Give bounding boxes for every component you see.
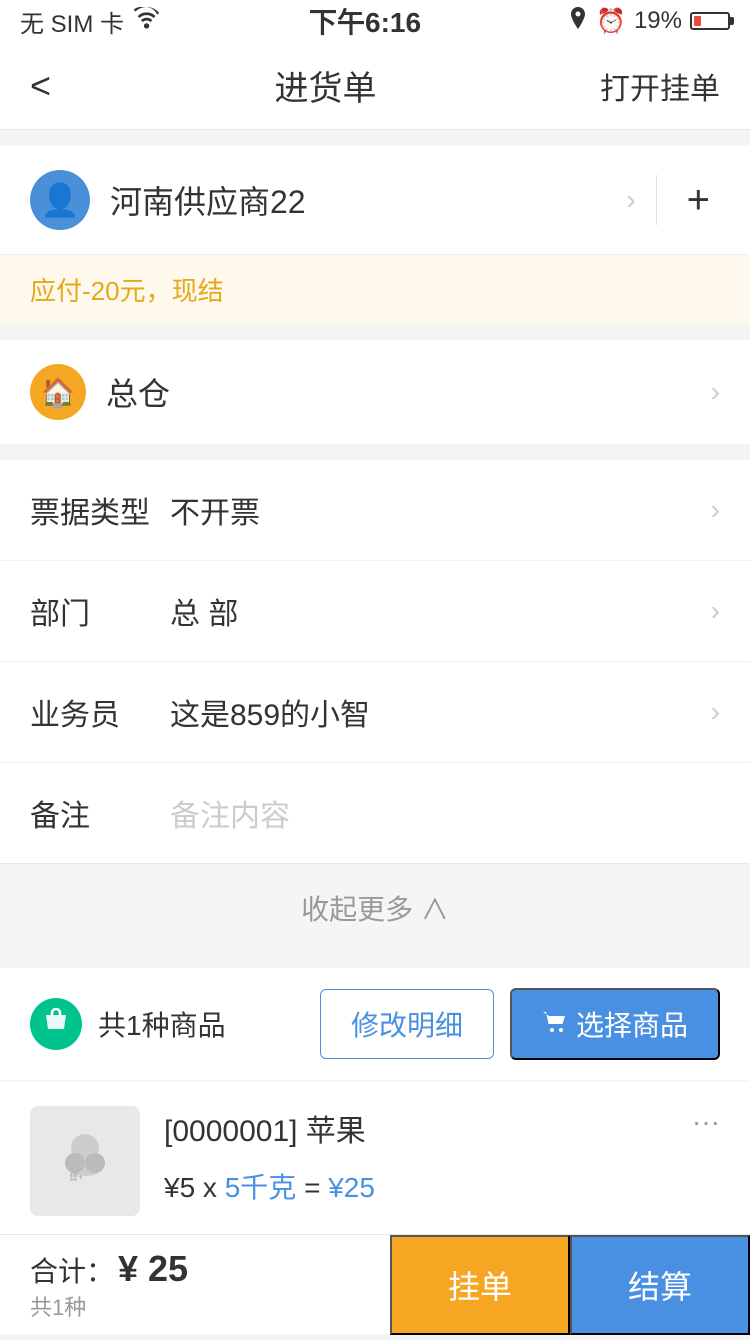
- status-time: 下午6:16: [309, 1, 421, 41]
- select-product-button[interactable]: 选择商品: [510, 988, 720, 1060]
- supplier-row[interactable]: 👤 河南供应商22 › +: [0, 146, 750, 255]
- total-price: ¥25: [328, 1172, 375, 1203]
- equals: =: [304, 1172, 328, 1203]
- total-label: 合计：: [30, 1250, 114, 1290]
- supplier-divider: [656, 175, 657, 225]
- invoice-type-row[interactable]: 票据类型 不开票 ›: [0, 460, 750, 561]
- select-product-label: 选择商品: [576, 1004, 688, 1044]
- hang-order-button[interactable]: 挂单: [390, 1235, 570, 1335]
- product-bag-icon: [42, 1007, 70, 1042]
- product-thumb-icon: 督+: [55, 1128, 115, 1195]
- remark-placeholder: 备注内容: [150, 791, 720, 835]
- product-item: 督+ [0000001] 苹果 ¥5 x 5千克 = ¥25 ···: [0, 1082, 750, 1240]
- unit-price: ¥5 x: [164, 1172, 225, 1203]
- wifi-icon: [134, 7, 162, 36]
- open-pending-button[interactable]: 打开挂单: [600, 64, 720, 108]
- total-count: 共1种: [30, 1290, 360, 1322]
- alarm-icon: ⏰: [596, 7, 626, 36]
- remark-row[interactable]: 备注 备注内容: [0, 763, 750, 863]
- product-info: [0000001] 苹果 ¥5 x 5千克 = ¥25: [164, 1106, 668, 1206]
- cart-icon: [542, 1009, 568, 1040]
- product-count-text: 共1种商品: [98, 1004, 320, 1044]
- bottom-bar: 合计： ¥ 25 共1种 挂单 结算: [0, 1234, 750, 1334]
- battery-percentage: 19%: [634, 7, 682, 35]
- carrier-label: 无 SIM 卡: [20, 4, 124, 39]
- warehouse-icon-inner: 🏠: [41, 376, 76, 409]
- location-icon: [568, 7, 588, 36]
- supplier-name: 河南供应商22: [110, 177, 626, 223]
- supplier-avatar-icon: 👤: [40, 181, 80, 219]
- total-section: 合计： ¥ 25 共1种: [0, 1248, 390, 1322]
- supplier-avatar: 👤: [30, 170, 90, 230]
- product-title: 苹果: [306, 1115, 366, 1148]
- salesperson-row[interactable]: 业务员 这是859的小智 ›: [0, 662, 750, 763]
- svg-text:督+: 督+: [69, 1171, 83, 1182]
- supplier-section: 👤 河南供应商22 › + 应付-20元，现结: [0, 146, 750, 324]
- supplier-notice: 应付-20元，现结: [0, 255, 750, 324]
- warehouse-row[interactable]: 🏠 总仓 ›: [0, 340, 750, 444]
- department-chevron-icon: ›: [711, 595, 720, 627]
- total-amount: ¥ 25: [118, 1248, 188, 1290]
- edit-detail-button[interactable]: 修改明细: [320, 989, 494, 1059]
- warehouse-icon: 🏠: [30, 364, 86, 420]
- status-left: 无 SIM 卡: [20, 4, 162, 39]
- invoice-type-chevron-icon: ›: [711, 494, 720, 526]
- salesperson-label: 业务员: [30, 690, 150, 734]
- product-code: [0000001]: [164, 1115, 306, 1148]
- add-supplier-button[interactable]: +: [677, 178, 720, 223]
- warehouse-name: 总仓: [106, 369, 711, 415]
- invoice-type-label: 票据类型: [30, 488, 150, 532]
- quantity: 5千克: [225, 1172, 297, 1203]
- warehouse-chevron-icon: ›: [711, 376, 720, 408]
- salesperson-value: 这是859的小智: [150, 690, 711, 734]
- product-thumbnail: 督+: [30, 1106, 140, 1216]
- status-right: ⏰ 19%: [568, 7, 730, 36]
- page-title: 进货单: [275, 61, 377, 110]
- back-button[interactable]: <: [30, 65, 51, 107]
- checkout-button[interactable]: 结算: [570, 1235, 750, 1335]
- product-more-button[interactable]: ···: [692, 1106, 720, 1138]
- warehouse-section: 🏠 总仓 ›: [0, 340, 750, 444]
- battery-icon: [690, 12, 730, 30]
- form-section: 票据类型 不开票 › 部门 总 部 › 业务员 这是859的小智 › 备注 备注…: [0, 460, 750, 863]
- salesperson-chevron-icon: ›: [711, 696, 720, 728]
- supplier-chevron-icon: ›: [626, 184, 635, 216]
- product-name: [0000001] 苹果: [164, 1106, 668, 1150]
- status-bar: 无 SIM 卡 下午6:16 ⏰ 19%: [0, 0, 750, 42]
- nav-bar: < 进货单 打开挂单: [0, 42, 750, 130]
- department-label: 部门: [30, 589, 150, 633]
- invoice-type-value: 不开票: [150, 488, 711, 532]
- collapse-toggle[interactable]: 收起更多 ∧: [0, 863, 750, 952]
- department-row[interactable]: 部门 总 部 ›: [0, 561, 750, 662]
- product-price: ¥5 x 5千克 = ¥25: [164, 1166, 668, 1206]
- department-value: 总 部: [150, 589, 711, 633]
- product-count-icon: [30, 998, 82, 1050]
- remark-label: 备注: [30, 791, 150, 835]
- product-header: 共1种商品 修改明细 选择商品: [0, 968, 750, 1080]
